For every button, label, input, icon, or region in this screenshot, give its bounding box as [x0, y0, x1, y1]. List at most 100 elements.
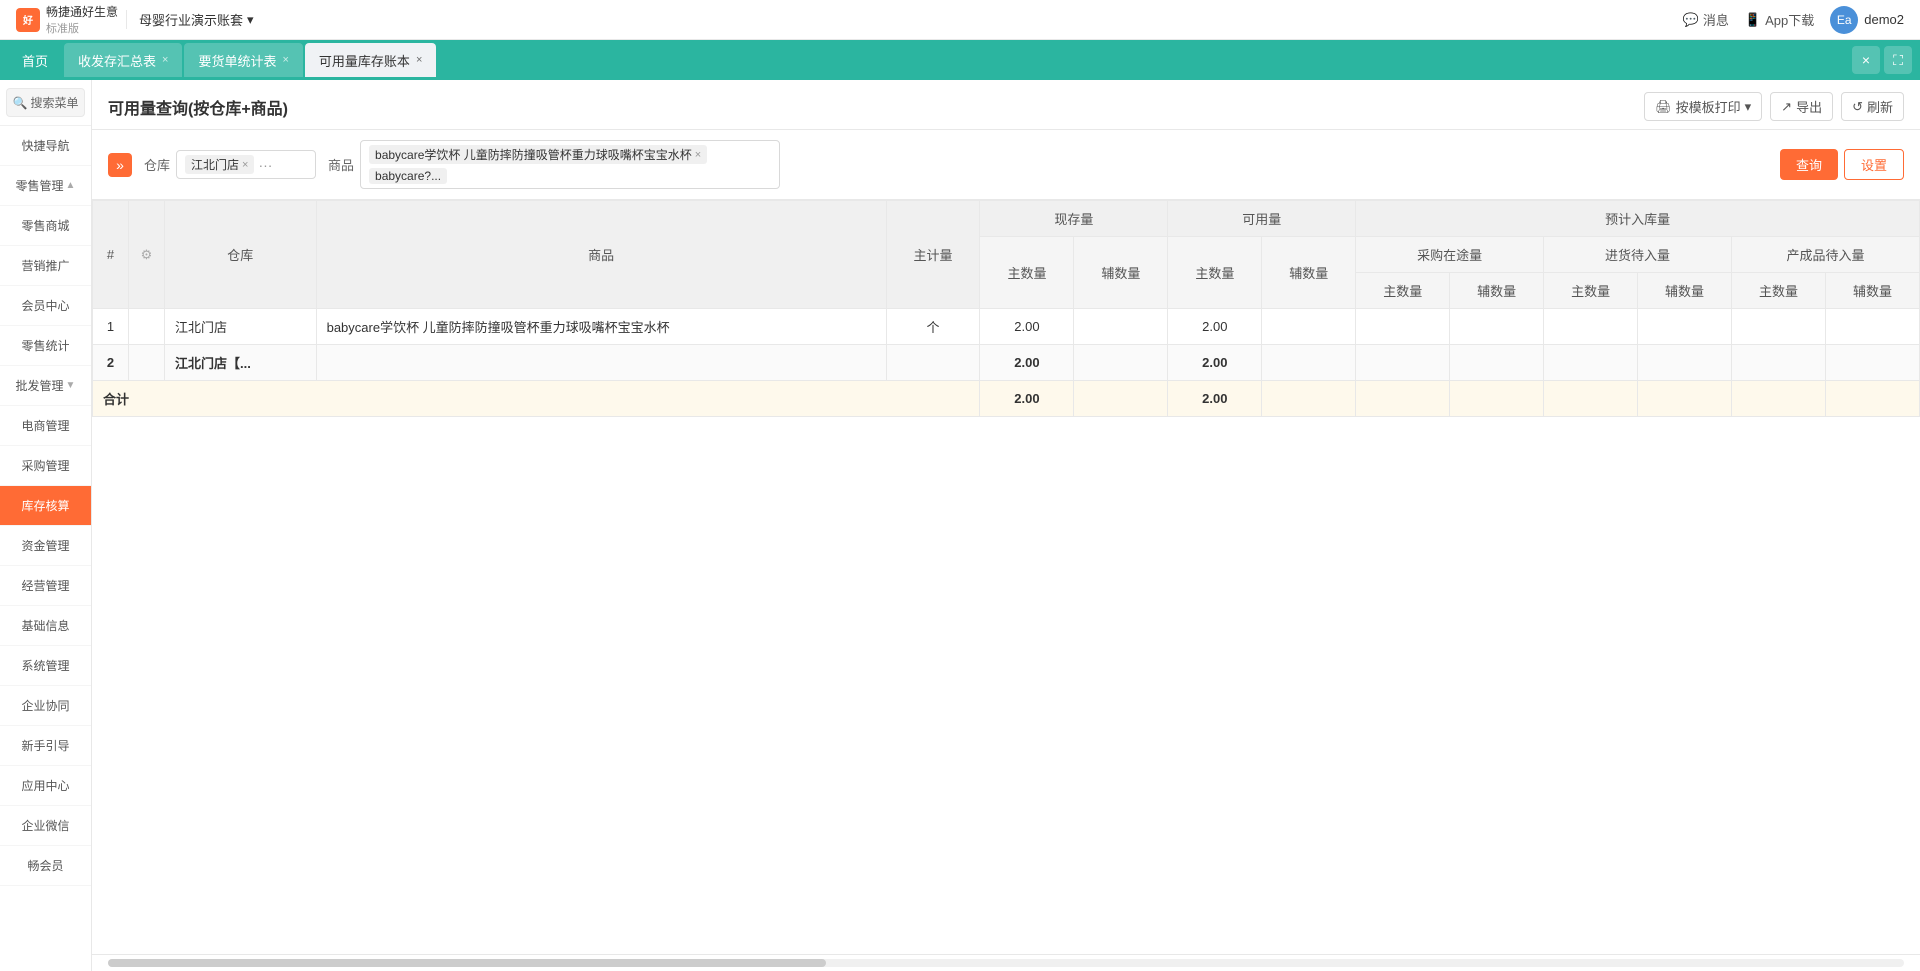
sidebar-item-quick-nav[interactable]: 快捷导航: [0, 126, 91, 166]
col-goods-main: 主数量: [1544, 273, 1638, 309]
col-current-sub: 辅数量: [1074, 237, 1168, 309]
cell-current-main: 2.00: [980, 345, 1074, 381]
warehouse-input[interactable]: 江北门店 × ···: [176, 150, 316, 179]
top-bar-right: 💬 消息 📱 App下载 Ea demo2: [1683, 6, 1904, 34]
query-button[interactable]: 查询: [1780, 149, 1838, 180]
tab-order-label: 要货单统计表: [198, 51, 276, 70]
product-input[interactable]: babycare学饮杯 儿童防摔防撞吸管杯重力球吸嘴杯宝宝水杯 × babyca…: [360, 140, 780, 189]
warehouse-filter-label: 仓库: [144, 155, 170, 174]
cell-finished-main: [1731, 309, 1825, 345]
sidebar-item-basic-info[interactable]: 基础信息: [0, 606, 91, 646]
col-purchase-sub: 辅数量: [1450, 273, 1544, 309]
close-all-tabs-btn[interactable]: ×: [1852, 46, 1880, 74]
tab-available[interactable]: 可用量库存账本 ×: [305, 43, 436, 77]
tab-available-close[interactable]: ×: [416, 54, 422, 66]
tab-home-label: 首页: [22, 51, 48, 70]
message-btn[interactable]: 💬 消息: [1683, 10, 1729, 29]
cell-purchase-sub: [1450, 345, 1544, 381]
tab-home[interactable]: 首页: [8, 43, 62, 77]
print-arrow-icon: ▾: [1745, 99, 1752, 115]
sidebar-item-operations-mgmt[interactable]: 经营管理: [0, 566, 91, 606]
fullscreen-btn[interactable]: ⛶: [1884, 46, 1912, 74]
cell-main-unit: 个: [886, 309, 980, 345]
col-gear[interactable]: ⚙: [129, 201, 165, 309]
cell-gear: [129, 345, 165, 381]
col-current-main: 主数量: [980, 237, 1074, 309]
cell-gear: [129, 309, 165, 345]
sidebar-item-app-center[interactable]: 应用中心: [0, 766, 91, 806]
cell-warehouse: 江北门店【...: [165, 345, 317, 381]
sidebar-item-vip-member[interactable]: 畅会员: [0, 846, 91, 886]
sidebar-item-newbie-guide[interactable]: 新手引导: [0, 726, 91, 766]
top-bar-left: 好 畅捷通好生意 标准版 母婴行业演示账套 ▾: [16, 3, 266, 36]
warehouse-more-dots[interactable]: ···: [258, 157, 272, 173]
cell-purchase-main: [1356, 309, 1450, 345]
sidebar-item-enterprise-wechat[interactable]: 企业微信: [0, 806, 91, 846]
user-area[interactable]: Ea demo2: [1830, 6, 1904, 34]
chevron-down-icon: ▾: [247, 12, 254, 28]
product-tag-1-close[interactable]: ×: [695, 149, 701, 161]
scrollbar-thumb[interactable]: [108, 959, 826, 967]
sidebar-item-system-mgmt[interactable]: 系统管理: [0, 646, 91, 686]
cell-rownum: 1: [93, 309, 129, 345]
product-filter: 商品 babycare学饮杯 儿童防摔防撞吸管杯重力球吸嘴杯宝宝水杯 × bab…: [328, 140, 780, 189]
sidebar-item-wholesale-mgmt[interactable]: 批发管理 ▼: [0, 366, 91, 406]
print-btn[interactable]: 🖨 按模板打印 ▾: [1644, 92, 1762, 121]
logo-subtitle: 标准版: [46, 20, 118, 36]
horizontal-scrollbar[interactable]: [108, 959, 1904, 967]
page-title: 可用量查询(按仓库+商品): [108, 95, 288, 119]
product-filter-label: 商品: [328, 155, 354, 174]
col-rownum: #: [93, 201, 129, 309]
footer-goods-sub: [1638, 381, 1732, 417]
refresh-icon: ↺: [1852, 99, 1863, 115]
footer-label: 合计: [93, 381, 980, 417]
sidebar-item-purchase-mgmt[interactable]: 采购管理: [0, 446, 91, 486]
refresh-btn[interactable]: ↺ 刷新: [1841, 92, 1904, 121]
sidebar-item-member-center[interactable]: 会员中心: [0, 286, 91, 326]
search-menu-btn[interactable]: 🔍 搜索菜单: [6, 88, 85, 117]
cell-finished-main: [1731, 345, 1825, 381]
sidebar-item-retail-mall[interactable]: 零售商城: [0, 206, 91, 246]
col-goods-sub: 辅数量: [1638, 273, 1732, 309]
table-container[interactable]: # ⚙ 仓库 商品 主计量 现存量 可用量 预计入库量 主数量 辅数量: [92, 200, 1920, 954]
message-icon: 💬: [1683, 12, 1699, 28]
tab-order[interactable]: 要货单统计表 ×: [184, 43, 302, 77]
tab-income-label: 收发存汇总表: [78, 51, 156, 70]
tab-income[interactable]: 收发存汇总表 ×: [64, 43, 182, 77]
tab-available-label: 可用量库存账本: [319, 51, 410, 70]
table-footer-row: 合计 2.00 2.00: [93, 381, 1920, 417]
sidebar-item-inventory-check[interactable]: 库存核算: [0, 486, 91, 526]
footer-purchase-main: [1356, 381, 1450, 417]
footer-finished-main: [1731, 381, 1825, 417]
cell-finished-sub: [1825, 309, 1919, 345]
product-tag-1: babycare学饮杯 儿童防摔防撞吸管杯重力球吸嘴杯宝宝水杯 ×: [369, 145, 707, 164]
cell-warehouse: 江北门店: [165, 309, 317, 345]
col-available-group: 可用量: [1168, 201, 1356, 237]
col-goods-incoming-group: 进货待入量: [1544, 237, 1732, 273]
app-download-btn[interactable]: 📱 App下载: [1745, 10, 1814, 29]
sidebar-item-ecommerce-mgmt[interactable]: 电商管理: [0, 406, 91, 446]
col-available-sub: 辅数量: [1262, 237, 1356, 309]
export-btn[interactable]: ↗ 导出: [1770, 92, 1833, 121]
tab-income-close[interactable]: ×: [162, 54, 168, 66]
chevron-icon: ▲: [66, 177, 76, 194]
cell-available-sub: [1262, 345, 1356, 381]
cell-goods-sub: [1638, 309, 1732, 345]
cell-current-main: 2.00: [980, 309, 1074, 345]
sidebar-item-marketing[interactable]: 营销推广: [0, 246, 91, 286]
footer-purchase-sub: [1450, 381, 1544, 417]
settings-button[interactable]: 设置: [1844, 149, 1904, 180]
warehouse-tag-close[interactable]: ×: [242, 159, 248, 171]
sidebar-item-retail-stats[interactable]: 零售统计: [0, 326, 91, 366]
filter-expand-btn[interactable]: »: [108, 153, 132, 177]
cell-available-main: 2.00: [1168, 309, 1262, 345]
industry-selector[interactable]: 母婴行业演示账套 ▾: [126, 10, 266, 29]
tab-order-close[interactable]: ×: [282, 54, 288, 66]
cell-rownum: 2: [93, 345, 129, 381]
sidebar-item-retail-mgmt[interactable]: 零售管理 ▲: [0, 166, 91, 206]
mobile-icon: 📱: [1745, 12, 1761, 28]
sidebar-item-finance-mgmt[interactable]: 资金管理: [0, 526, 91, 566]
sidebar-item-enterprise-collab[interactable]: 企业协同: [0, 686, 91, 726]
col-warehouse: 仓库: [165, 201, 317, 309]
logo-text: 畅捷通好生意: [46, 3, 118, 20]
